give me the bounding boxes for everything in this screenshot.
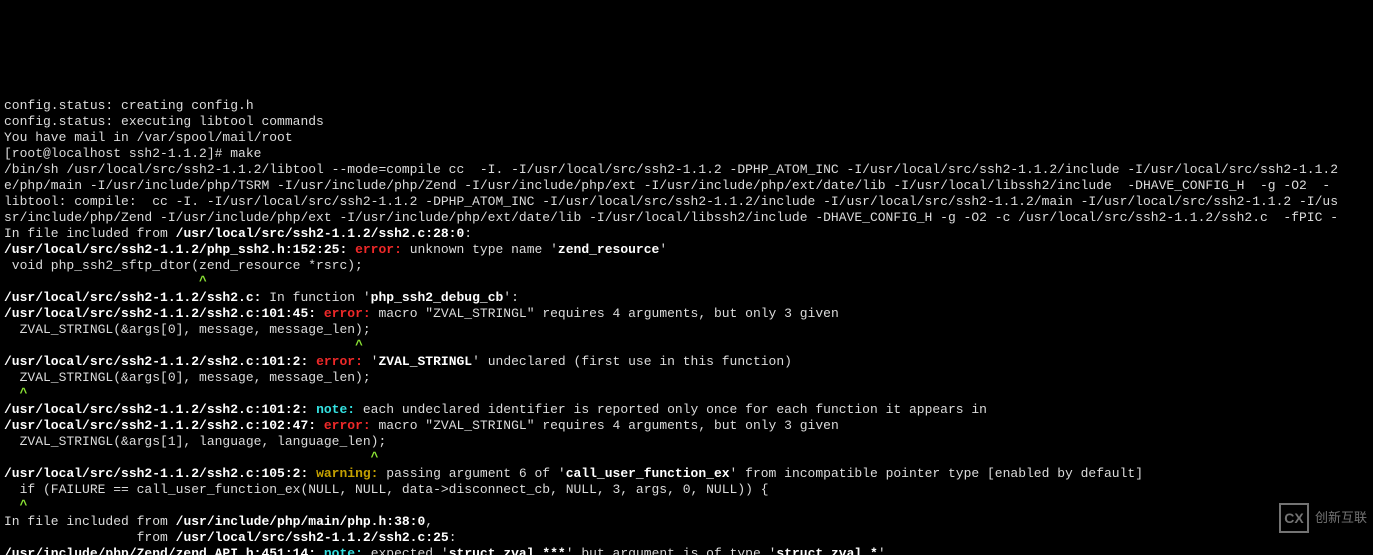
warning-location: /usr/local/src/ssh2-1.1.2/ssh2.c:105:2:	[4, 466, 308, 481]
include-trace: In file included from	[4, 514, 176, 529]
source-snippet: ZVAL_STRINGL(&args[0], message, message_…	[4, 322, 371, 337]
compile-line: sr/include/php/Zend -I/usr/include/php/e…	[4, 210, 1338, 225]
terminal-output[interactable]: config.status: creating config.h config.…	[0, 80, 1373, 555]
text: :	[464, 226, 472, 241]
context-location: /usr/local/src/ssh2-1.1.2/ssh2.c:	[4, 290, 261, 305]
error-location: /usr/local/src/ssh2-1.1.2/php_ssh2.h:152…	[4, 242, 347, 257]
caret-indent	[4, 450, 371, 465]
status-line: config.status: executing libtool command…	[4, 114, 324, 129]
function-name: php_ssh2_debug_cb	[371, 290, 504, 305]
include-file: /usr/include/php/main/php.h:38:0	[176, 514, 426, 529]
error-message: '	[659, 242, 667, 257]
error-identifier: ZVAL_STRINGL	[378, 354, 472, 369]
error-tag: error:	[316, 354, 363, 369]
type-name: struct zval ***	[449, 546, 566, 555]
error-tag: error:	[324, 418, 371, 433]
function-name: call_user_function_ex	[566, 466, 730, 481]
caret-marker: ^	[20, 498, 28, 513]
warning-tag: warning:	[316, 466, 378, 481]
type-name: struct zval *	[776, 546, 877, 555]
note-message: each undeclared identifier is reported o…	[355, 402, 987, 417]
source-snippet: ZVAL_STRINGL(&args[1], language, languag…	[4, 434, 386, 449]
caret-indent	[4, 338, 355, 353]
text: ,	[425, 514, 433, 529]
note-tag: note:	[324, 546, 363, 555]
note-message: '	[878, 546, 886, 555]
error-location: /usr/local/src/ssh2-1.1.2/ssh2.c:101:45:	[4, 306, 316, 321]
command-entered[interactable]: make	[230, 146, 261, 161]
error-location: /usr/local/src/ssh2-1.1.2/ssh2.c:101:2:	[4, 354, 308, 369]
error-message: macro "ZVAL_STRINGL" requires 4 argument…	[371, 306, 839, 321]
note-message: ' but argument is of type '	[566, 546, 777, 555]
status-line: config.status: creating config.h	[4, 98, 254, 113]
caret-indent	[4, 274, 199, 289]
note-message: expected '	[363, 546, 449, 555]
mail-notice: You have mail in /var/spool/mail/root	[4, 130, 293, 145]
context-message: In function '	[261, 290, 370, 305]
warning-message: passing argument 6 of '	[378, 466, 565, 481]
error-location: /usr/local/src/ssh2-1.1.2/ssh2.c:102:47:	[4, 418, 316, 433]
include-trace: from	[4, 530, 176, 545]
error-message: ' undeclared (first use in this function…	[472, 354, 792, 369]
source-snippet: if (FAILURE == call_user_function_ex(NUL…	[4, 482, 769, 497]
note-location: /usr/include/php/Zend/zend_API.h:451:14:	[4, 546, 316, 555]
warning-message: ' from incompatible pointer type [enable…	[730, 466, 1143, 481]
context-message: ':	[503, 290, 519, 305]
error-message: macro "ZVAL_STRINGL" requires 4 argument…	[371, 418, 839, 433]
caret-marker: ^	[371, 450, 379, 465]
compile-line: /bin/sh /usr/local/src/ssh2-1.1.2/libtoo…	[4, 162, 1338, 177]
text: :	[449, 530, 457, 545]
error-message: '	[363, 354, 379, 369]
error-tag: error:	[324, 306, 371, 321]
compile-line: libtool: compile: cc -I. -I/usr/local/sr…	[4, 194, 1338, 209]
include-file: /usr/local/src/ssh2-1.1.2/ssh2.c:28:0	[176, 226, 465, 241]
error-tag: error:	[355, 242, 402, 257]
include-file: /usr/local/src/ssh2-1.1.2/ssh2.c:25	[176, 530, 449, 545]
caret-marker: ^	[355, 338, 363, 353]
note-tag: note:	[316, 402, 355, 417]
caret-marker: ^	[20, 386, 28, 401]
source-snippet: void php_ssh2_sftp_dtor(zend_resource *r…	[4, 258, 363, 273]
error-message: unknown type name '	[402, 242, 558, 257]
caret-indent	[4, 386, 20, 401]
caret-marker: ^	[199, 274, 207, 289]
error-identifier: zend_resource	[558, 242, 659, 257]
source-snippet: ZVAL_STRINGL(&args[0], message, message_…	[4, 370, 371, 385]
caret-indent	[4, 498, 20, 513]
include-trace: In file included from	[4, 226, 176, 241]
compile-line: e/php/main -I/usr/include/php/TSRM -I/us…	[4, 178, 1330, 193]
note-location: /usr/local/src/ssh2-1.1.2/ssh2.c:101:2:	[4, 402, 308, 417]
shell-prompt: [root@localhost ssh2-1.1.2]#	[4, 146, 230, 161]
